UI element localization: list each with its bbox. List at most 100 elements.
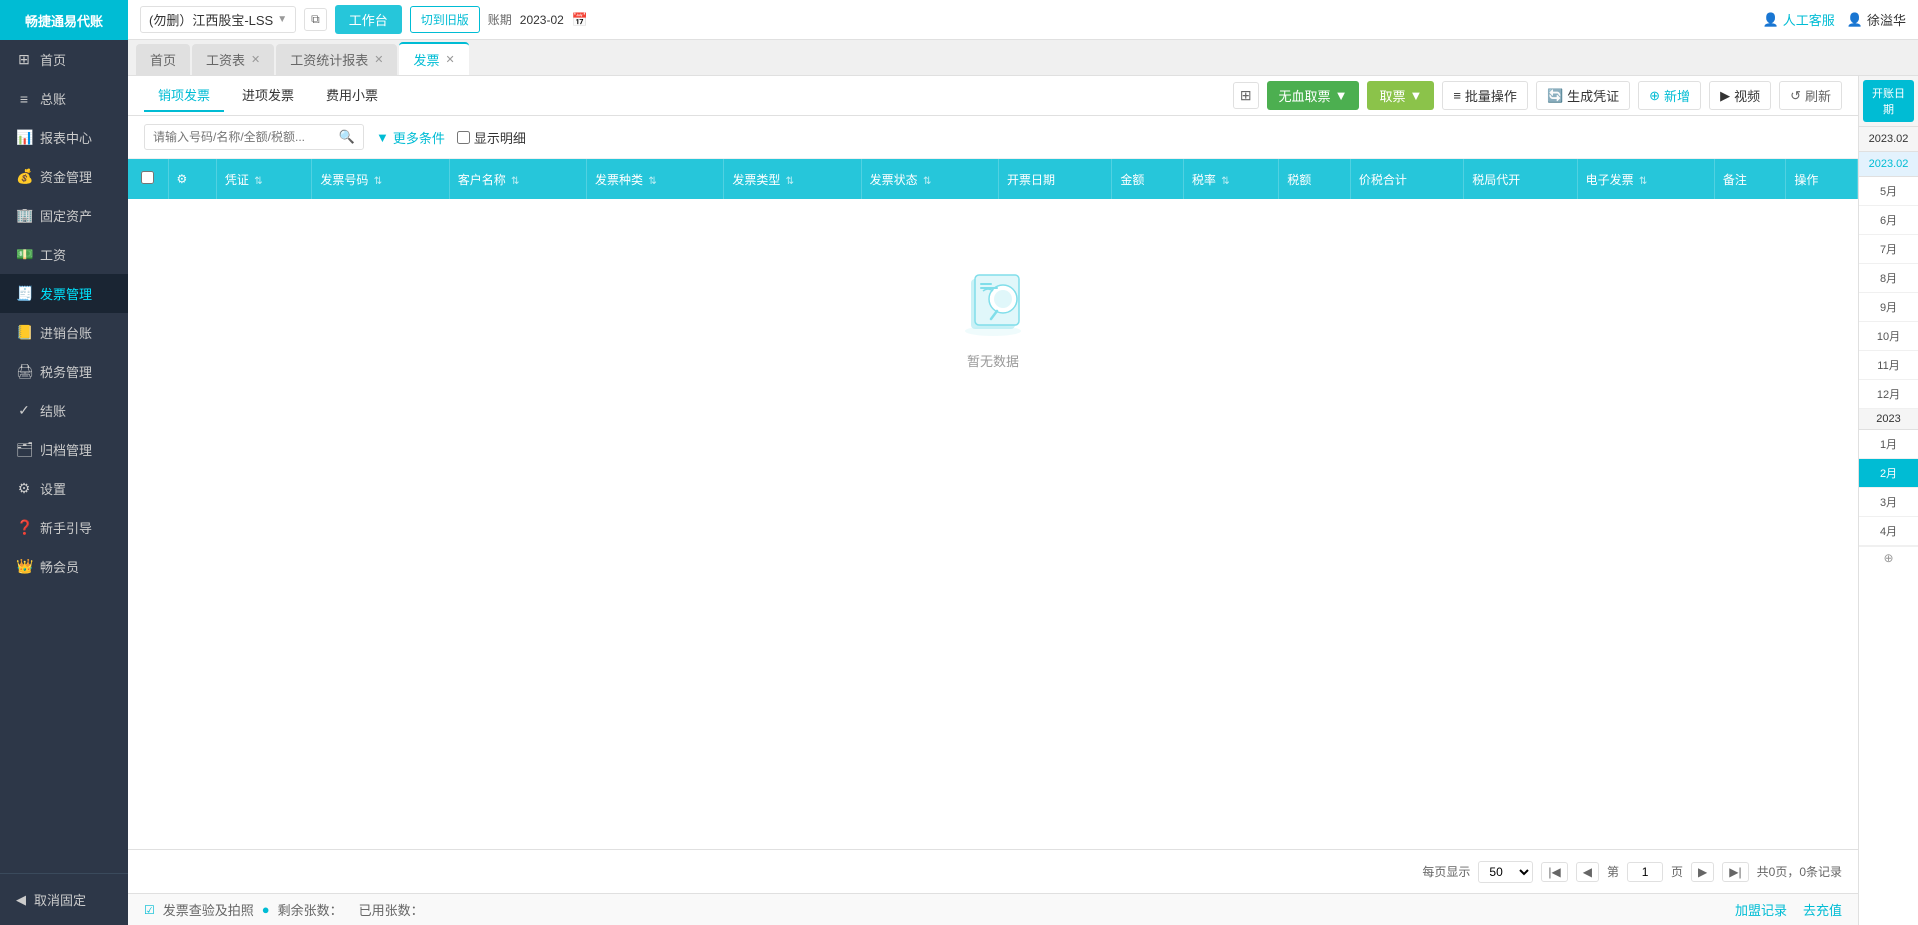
period-month-1[interactable]: 1月 (1859, 430, 1918, 459)
table-header-checkbox[interactable] (128, 159, 168, 199)
filter-bar: 🔍 ▼ 更多条件 显示明细 (128, 116, 1858, 159)
period-year-2023: 2023 (1859, 409, 1918, 430)
chevron-down-icon: ▼ (277, 14, 287, 25)
period-month-2[interactable]: 2月 (1859, 459, 1918, 488)
sidebar-item-finance[interactable]: 💰 资金管理 (0, 157, 128, 196)
topbar-right: 👤 人工客服 👤 徐溢华 (1763, 10, 1906, 29)
batch-ops-button[interactable]: ≡ 批量操作 (1442, 81, 1528, 110)
customer-service-button[interactable]: 👤 人工客服 (1763, 10, 1835, 29)
workbench-button[interactable]: 工作台 (335, 5, 402, 34)
generate-voucher-button[interactable]: 🔄 生成凭证 (1536, 81, 1630, 110)
select-all-checkbox[interactable] (141, 171, 154, 184)
table-header-settings[interactable]: ⚙ (168, 159, 216, 199)
guide-icon: ❓ (16, 519, 32, 536)
sidebar-item-assets[interactable]: 🏢 固定资产 (0, 196, 128, 235)
join-record-link[interactable]: 加盟记录 (1735, 900, 1787, 919)
calendar-icon[interactable]: 📅 (572, 12, 588, 28)
sidebar-item-tax[interactable]: 🖨 税务管理 (0, 352, 128, 391)
refresh-button[interactable]: ↺ 刷新 (1779, 81, 1842, 110)
blue-dot: ● (262, 902, 270, 917)
period-month-7[interactable]: 7月 (1859, 235, 1918, 264)
ledger-icon: ≡ (16, 91, 32, 107)
sidebar-item-guide[interactable]: ❓ 新手引导 (0, 508, 128, 547)
close-icon[interactable]: ✕ (374, 53, 383, 66)
period-month-9[interactable]: 9月 (1859, 293, 1918, 322)
display-detail-checkbox[interactable] (457, 131, 470, 144)
close-icon[interactable]: ✕ (251, 53, 260, 66)
open-period-button[interactable]: 开账日期 (1863, 80, 1914, 122)
period-month-11[interactable]: 11月 (1859, 351, 1918, 380)
sidebar-item-settings[interactable]: ⚙ 设置 (0, 469, 128, 508)
sidebar-item-payroll[interactable]: 💵 工资 (0, 235, 128, 274)
settings-icon: ⚙ (16, 480, 32, 497)
sub-tabs-right: ⊞ 无血取票 ▼ 取票 ▼ ≡ 批量操作 🔄 生成凭 (1233, 81, 1842, 110)
check-icon: ☑ (144, 903, 155, 917)
table-header-tax: 税额 (1279, 159, 1351, 199)
sidebar-item-reports[interactable]: 📊 报表中心 (0, 118, 128, 157)
take-ticket-button[interactable]: 取票 ▼ (1367, 81, 1434, 110)
first-page-button[interactable]: |◀ (1541, 862, 1567, 882)
table-header-voucher: 凭证 ⇅ (216, 159, 311, 199)
generate-voucher-label: 生成凭证 (1567, 86, 1619, 105)
switch-version-button[interactable]: 切到旧版 (410, 6, 480, 33)
period-scroll-down[interactable]: ⊕ (1859, 546, 1918, 569)
table-header-total: 价税合计 (1350, 159, 1463, 199)
grid-view-button[interactable]: ⊞ (1233, 82, 1259, 109)
user-menu[interactable]: 👤 徐溢华 (1847, 10, 1906, 29)
new-button[interactable]: ⊕ 新增 (1638, 81, 1701, 110)
sidebar-item-member[interactable]: 👑 畅会员 (0, 547, 128, 586)
company-selector[interactable]: (勿删）江西股宝-LSS ▼ (140, 6, 296, 33)
recharge-link[interactable]: 去充值 (1803, 900, 1842, 919)
period-month-3[interactable]: 3月 (1859, 488, 1918, 517)
tab-home[interactable]: 首页 (136, 44, 190, 75)
per-page-select[interactable]: 50 100 200 (1478, 861, 1533, 883)
voucher-icon: 🔄 (1547, 88, 1563, 104)
prev-page-button[interactable]: ◀ (1576, 862, 1599, 882)
sub-tab-expense-receipt[interactable]: 费用小票 (312, 79, 392, 112)
sidebar-item-home[interactable]: ⊞ 首页 (0, 40, 128, 79)
unpin-icon: ◀ (16, 892, 26, 908)
table-header-invoice-type: 发票种类 ⇅ (587, 159, 724, 199)
no-ticket-label: 无血取票 (1279, 86, 1331, 105)
sidebar-item-invoice[interactable]: 🧾 发票管理 (0, 274, 128, 313)
empty-state: 暂无数据 (128, 199, 1858, 430)
video-button[interactable]: ▶ 视频 (1709, 81, 1771, 110)
close-icon[interactable]: ✕ (446, 53, 455, 66)
period-2023-02-first[interactable]: 2023.02 (1859, 127, 1918, 152)
sidebar-item-label: 归档管理 (40, 440, 92, 459)
period-month-6[interactable]: 6月 (1859, 206, 1918, 235)
last-page-button[interactable]: ▶| (1722, 862, 1748, 882)
period-month-12[interactable]: 12月 (1859, 380, 1918, 409)
period-month-4[interactable]: 4月 (1859, 517, 1918, 546)
no-ticket-button[interactable]: 无血取票 ▼ (1267, 81, 1360, 110)
page-input[interactable] (1627, 862, 1663, 882)
sub-tabs-left: 销项发票 进项发票 费用小票 (144, 79, 392, 112)
search-input[interactable] (153, 130, 333, 144)
video-label: 视频 (1734, 86, 1760, 105)
tab-payroll-stats[interactable]: 工资统计报表 ✕ (276, 44, 397, 75)
new-icon: ⊕ (1649, 88, 1660, 104)
assets-icon: 🏢 (16, 207, 32, 224)
period-month-5[interactable]: 5月 (1859, 177, 1918, 206)
more-filter-button[interactable]: ▼ 更多条件 (376, 128, 445, 147)
next-page-button[interactable]: ▶ (1691, 862, 1714, 882)
sidebar-item-label: 设置 (40, 479, 66, 498)
sub-tab-sales-invoice[interactable]: 销项发票 (144, 79, 224, 112)
tab-label: 工资表 (206, 50, 245, 69)
tab-payroll[interactable]: 工资表 ✕ (192, 44, 274, 75)
period-panel-top: 开账日期 (1859, 76, 1918, 127)
period-2023-02-second[interactable]: 2023.02 (1859, 152, 1918, 177)
period-month-8[interactable]: 8月 (1859, 264, 1918, 293)
sidebar-item-ledger[interactable]: ≡ 总账 (0, 79, 128, 118)
refresh-icon: ↺ (1790, 88, 1801, 104)
copy-button[interactable]: ⧉ (304, 8, 327, 31)
unpin-button[interactable]: ◀ 取消固定 (0, 882, 128, 917)
invoice-icon: 🧾 (16, 285, 32, 302)
sidebar-item-checkout[interactable]: ✓ 结账 (0, 391, 128, 430)
sidebar-item-archive[interactable]: 🗂 归档管理 (0, 430, 128, 469)
search-icon[interactable]: 🔍 (339, 129, 355, 145)
sub-tab-purchase-invoice[interactable]: 进项发票 (228, 79, 308, 112)
tab-invoice[interactable]: 发票 ✕ (399, 42, 468, 75)
period-month-10[interactable]: 10月 (1859, 322, 1918, 351)
sidebar-item-sales-ledger[interactable]: 📒 进销台账 (0, 313, 128, 352)
